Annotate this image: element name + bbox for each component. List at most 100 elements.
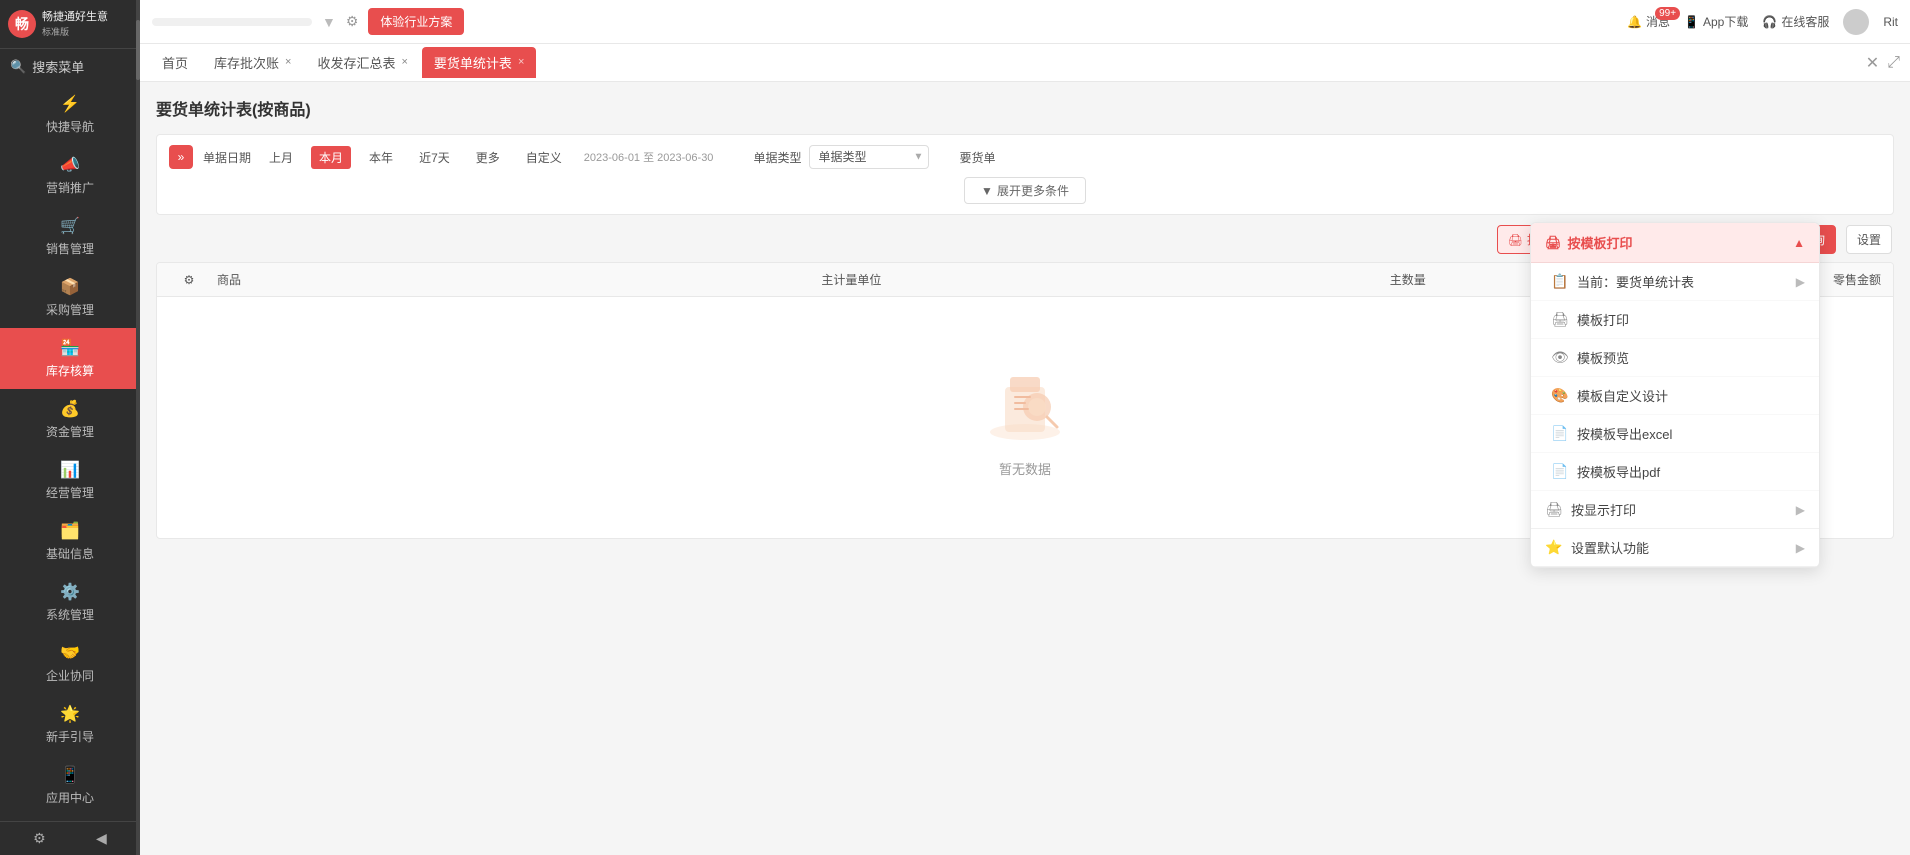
sidebar-item-finance[interactable]: 💰 资金管理 — [0, 389, 140, 450]
online-service-wrap[interactable]: 🎧 在线客服 — [1762, 13, 1829, 30]
settings-bottom-icon[interactable]: ⚙ — [33, 830, 46, 847]
collapse-icon[interactable]: ◀ — [96, 830, 107, 847]
online-service-label: 在线客服 — [1781, 13, 1829, 30]
date-more-button[interactable]: 更多 — [468, 146, 508, 169]
system-icon: ⚙️ — [60, 582, 80, 602]
date-last-7-days-button[interactable]: 近7天 — [411, 146, 458, 169]
main-area: ▼ ⚙ 体验行业方案 🔔 消息 99+ 📱 App下载 🎧 在线客服 Rit 首… — [140, 0, 1910, 855]
sidebar-item-apps[interactable]: 📱 应用中心 — [0, 755, 140, 816]
dropdown-display-print-left: 🖨 按显示打印 — [1545, 500, 1636, 519]
dropdown-item-template-preview[interactable]: 👁 模板预览 — [1531, 339, 1819, 377]
dropdown-item-current[interactable]: 📋 当前：要货单统计表 ▶ — [1531, 263, 1819, 301]
dropdown-template-print-icon: 🖨 — [1551, 311, 1569, 328]
dropdown-item-set-default[interactable]: ⭐ 设置默认功能 ▶ — [1531, 529, 1819, 567]
sidebar-item-guide[interactable]: 🌟 新手引导 — [0, 694, 140, 755]
date-custom-button[interactable]: 自定义 — [518, 146, 570, 169]
doc-type-select-wrap[interactable]: 单据类型 — [809, 145, 929, 169]
logo-text-block: 畅捷通好生意 标准版 — [42, 10, 108, 37]
message-badge: 99+ — [1655, 7, 1680, 20]
empty-state-text: 暂无数据 — [999, 459, 1051, 478]
settings-button[interactable]: 设置 — [1846, 225, 1892, 254]
sidebar-item-inventory[interactable]: 🏪 库存核算 — [0, 328, 140, 389]
finance-icon: 💰 — [60, 399, 80, 419]
sidebar-item-system[interactable]: ⚙️ 系统管理 — [0, 572, 140, 633]
expand-more-button[interactable]: ▼ 展开更多条件 — [964, 177, 1086, 204]
tab-batch-account[interactable]: 库存批次账 × — [202, 47, 303, 78]
page-title: 要货单统计表(按商品) — [156, 96, 1894, 120]
message-badge-wrap[interactable]: 🔔 消息 99+ — [1627, 13, 1670, 30]
window-controls: ✕ ⤢ — [1866, 53, 1900, 73]
app-version: 标准版 — [42, 25, 108, 38]
dropdown-export-pdf-icon: 📄 — [1551, 463, 1569, 480]
topbar-search-box — [152, 18, 312, 26]
sidebar-item-label: 快捷导航 — [46, 118, 94, 135]
collab-icon: 🤝 — [60, 643, 80, 663]
sidebar-scroll-thumb — [136, 20, 140, 80]
dropdown-display-print-label: 按显示打印 — [1571, 500, 1636, 519]
marketing-icon: 📣 — [60, 155, 80, 175]
date-range-text: 2023-06-01 至 2023-06-30 — [584, 149, 714, 165]
sidebar-item-label: 应用中心 — [46, 789, 94, 806]
business-icon: 📊 — [60, 460, 80, 480]
tab-order-stats[interactable]: 要货单统计表 × — [422, 47, 536, 78]
dropdown-item-template-print[interactable]: 🖨 模板打印 — [1531, 301, 1819, 339]
dropdown-collapse-icon[interactable]: ▲ — [1793, 236, 1805, 250]
dropdown-display-print-icon: 🖨 — [1545, 501, 1563, 518]
app-download-wrap[interactable]: 📱 App下载 — [1684, 13, 1748, 30]
tab-close-order-stats[interactable]: × — [518, 57, 524, 68]
dropdown-item-template-custom[interactable]: 🎨 模板自定义设计 — [1531, 377, 1819, 415]
sidebar-item-label: 企业协同 — [46, 667, 94, 684]
batch-account-tab-label: 库存批次账 — [214, 53, 279, 72]
col-settings-icon: ⚙ — [184, 273, 195, 287]
dropdown-set-default-label: 设置默认功能 — [1571, 538, 1649, 557]
tab-close-receipt-summary[interactable]: × — [401, 57, 407, 68]
basic-icon: 🗂️ — [60, 521, 80, 541]
sidebar-item-label: 基础信息 — [46, 545, 94, 562]
receipt-summary-tab-label: 收发存汇总表 — [317, 53, 395, 72]
filter-expand-button[interactable]: » — [169, 145, 193, 169]
phone-icon: 📱 — [1684, 15, 1699, 29]
tab-close-batch-account[interactable]: × — [285, 57, 291, 68]
sales-icon: 🛒 — [60, 216, 80, 236]
template-print-dropdown: 🖨 按模板打印 ▲ 📋 当前：要货单统计表 ▶ 🖨 模板打印 👁 模板预览 🎨 — [1530, 222, 1820, 568]
sidebar-item-label: 库存核算 — [46, 362, 94, 379]
sidebar-item-purchase[interactable]: 📦 采购管理 — [0, 267, 140, 328]
sidebar-nav: ⚡ 快捷导航 📣 营销推广 🛒 销售管理 📦 采购管理 🏪 库存核算 💰 资金管… — [0, 84, 140, 821]
sidebar-item-label: 营销推广 — [46, 179, 94, 196]
sidebar-item-label: 新手引导 — [46, 728, 94, 745]
topbar: ▼ ⚙ 体验行业方案 🔔 消息 99+ 📱 App下载 🎧 在线客服 Rit — [140, 0, 1910, 44]
sidebar-item-business[interactable]: 📊 经营管理 — [0, 450, 140, 511]
sidebar-item-collab[interactable]: 🤝 企业协同 — [0, 633, 140, 694]
date-current-month-button[interactable]: 本月 — [311, 146, 351, 169]
sidebar-item-quick-nav[interactable]: ⚡ 快捷导航 — [0, 84, 140, 145]
tabbar: 首页 库存批次账 × 收发存汇总表 × 要货单统计表 × ✕ ⤢ — [140, 44, 1910, 82]
topbar-chevron-icon[interactable]: ▼ — [322, 14, 336, 30]
dropdown-item-display-print[interactable]: 🖨 按显示打印 ▶ — [1531, 491, 1819, 529]
date-current-year-button[interactable]: 本年 — [361, 146, 401, 169]
trial-button[interactable]: 体验行业方案 — [368, 8, 464, 35]
col-header-settings[interactable]: ⚙ — [169, 273, 209, 287]
date-prev-month-button[interactable]: 上月 — [261, 146, 301, 169]
doc-type-select[interactable]: 单据类型 — [809, 145, 929, 169]
purchase-icon: 📦 — [60, 277, 80, 297]
empty-state-illustration — [975, 357, 1075, 447]
sidebar-bottom: ⚙ ◀ — [0, 821, 140, 855]
sidebar-item-marketing[interactable]: 📣 营销推广 — [0, 145, 140, 206]
search-icon: 🔍 — [10, 59, 26, 75]
message-bell-icon: 🔔 — [1627, 15, 1642, 29]
dropdown-export-excel-label: 按模板导出excel — [1577, 424, 1672, 443]
doc-type-label: 单据类型 — [753, 149, 801, 166]
quick-nav-icon: ⚡ — [60, 94, 80, 114]
window-maximize-icon[interactable]: ⤢ — [1887, 54, 1900, 72]
dropdown-item-export-excel[interactable]: 📄 按模板导出excel — [1531, 415, 1819, 453]
dropdown-export-pdf-label: 按模板导出pdf — [1577, 462, 1660, 481]
dropdown-item-export-pdf[interactable]: 📄 按模板导出pdf — [1531, 453, 1819, 491]
user-avatar[interactable] — [1843, 9, 1869, 35]
sidebar-item-basic[interactable]: 🗂️ 基础信息 — [0, 511, 140, 572]
window-close-icon[interactable]: ✕ — [1866, 53, 1879, 73]
sidebar-item-sales[interactable]: 🛒 销售管理 — [0, 206, 140, 267]
tab-receipt-summary[interactable]: 收发存汇总表 × — [305, 47, 419, 78]
sidebar-search[interactable]: 🔍 搜索菜单 — [0, 49, 140, 84]
tab-home[interactable]: 首页 — [150, 47, 200, 78]
topbar-gear-icon[interactable]: ⚙ — [346, 13, 359, 30]
